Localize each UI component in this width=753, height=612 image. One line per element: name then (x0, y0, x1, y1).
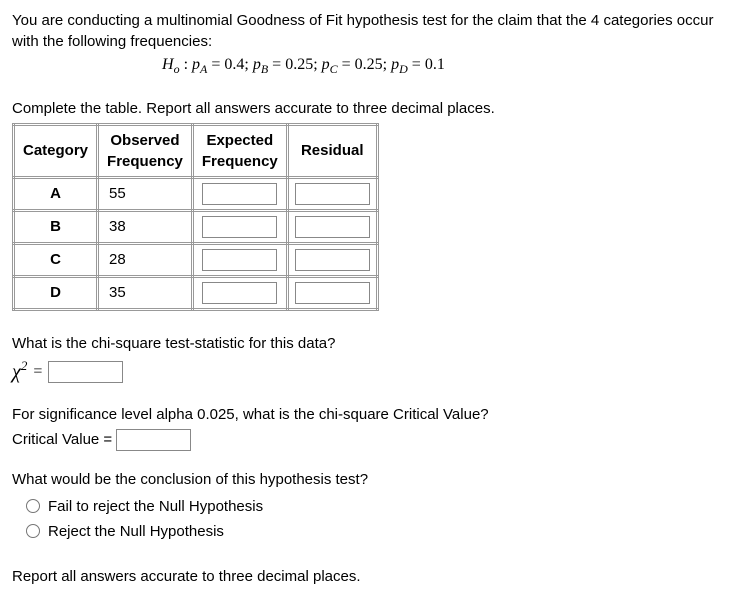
cat-B: B (14, 210, 98, 243)
chi-square-input[interactable] (48, 361, 123, 383)
chi-sup: 2 (21, 358, 28, 373)
conclusion-options: Fail to reject the Null Hypothesis Rejec… (26, 496, 741, 542)
pC-val: = 0.25; (338, 56, 391, 73)
final-note: Report all answers accurate to three dec… (12, 566, 741, 587)
option-reject[interactable]: Reject the Null Hypothesis (26, 521, 741, 542)
chi-eq: = (33, 361, 42, 383)
obs-A: 55 (98, 177, 193, 210)
expected-A-input[interactable] (202, 183, 277, 205)
intro-text: You are conducting a multinomial Goodnes… (12, 10, 741, 52)
hyp-H: H (162, 56, 174, 73)
residual-B-input[interactable] (295, 216, 370, 238)
expected-D-input[interactable] (202, 282, 277, 304)
conclusion-question: What would be the conclusion of this hyp… (12, 469, 741, 490)
pB-val: = 0.25; (268, 56, 321, 73)
radio-fail[interactable] (26, 499, 40, 513)
table-row: A 55 (14, 177, 378, 210)
table-row: D 35 (14, 276, 378, 309)
obs-B: 38 (98, 210, 193, 243)
critical-value-question: For significance level alpha 0.025, what… (12, 404, 741, 425)
header-residual: Residual (287, 124, 377, 177)
expected-C-input[interactable] (202, 249, 277, 271)
chi-square-question: What is the chi-square test-statistic fo… (12, 333, 741, 354)
cat-D: D (14, 276, 98, 309)
expected-B-input[interactable] (202, 216, 277, 238)
critical-value-label: Critical Value = (12, 429, 112, 450)
option-reject-label: Reject the Null Hypothesis (48, 521, 224, 542)
obs-C: 28 (98, 243, 193, 276)
radio-reject[interactable] (26, 524, 40, 538)
chi-char: χ (12, 361, 21, 383)
hypothesis-line: Ho : pA = 0.4; pB = 0.25; pC = 0.25; pD … (162, 54, 741, 78)
header-category: Category (14, 124, 98, 177)
pA-val: = 0.4; (207, 56, 252, 73)
table-instruction: Complete the table. Report all answers a… (12, 98, 741, 119)
residual-D-input[interactable] (295, 282, 370, 304)
cat-A: A (14, 177, 98, 210)
pC-p: p (322, 56, 330, 73)
pC-sub: C (330, 62, 338, 76)
chi-square-line: χ2 = (12, 358, 741, 386)
pD-p: p (391, 56, 399, 73)
pB-p: p (253, 56, 261, 73)
residual-A-input[interactable] (295, 183, 370, 205)
frequency-table: Category Observed Frequency Expected Fre… (12, 123, 379, 311)
cat-C: C (14, 243, 98, 276)
header-observed: Observed Frequency (98, 124, 193, 177)
pD-sub: D (399, 62, 408, 76)
option-fail-label: Fail to reject the Null Hypothesis (48, 496, 263, 517)
critical-value-line: Critical Value = (12, 429, 741, 451)
pD-val: = 0.1 (408, 56, 445, 73)
table-row: C 28 (14, 243, 378, 276)
chi-symbol: χ2 (12, 358, 27, 386)
table-row: B 38 (14, 210, 378, 243)
residual-C-input[interactable] (295, 249, 370, 271)
obs-D: 35 (98, 276, 193, 309)
critical-value-input[interactable] (116, 429, 191, 451)
option-fail[interactable]: Fail to reject the Null Hypothesis (26, 496, 741, 517)
hyp-colon: : (180, 56, 192, 73)
pA-p: p (192, 56, 200, 73)
header-expected: Expected Frequency (192, 124, 287, 177)
